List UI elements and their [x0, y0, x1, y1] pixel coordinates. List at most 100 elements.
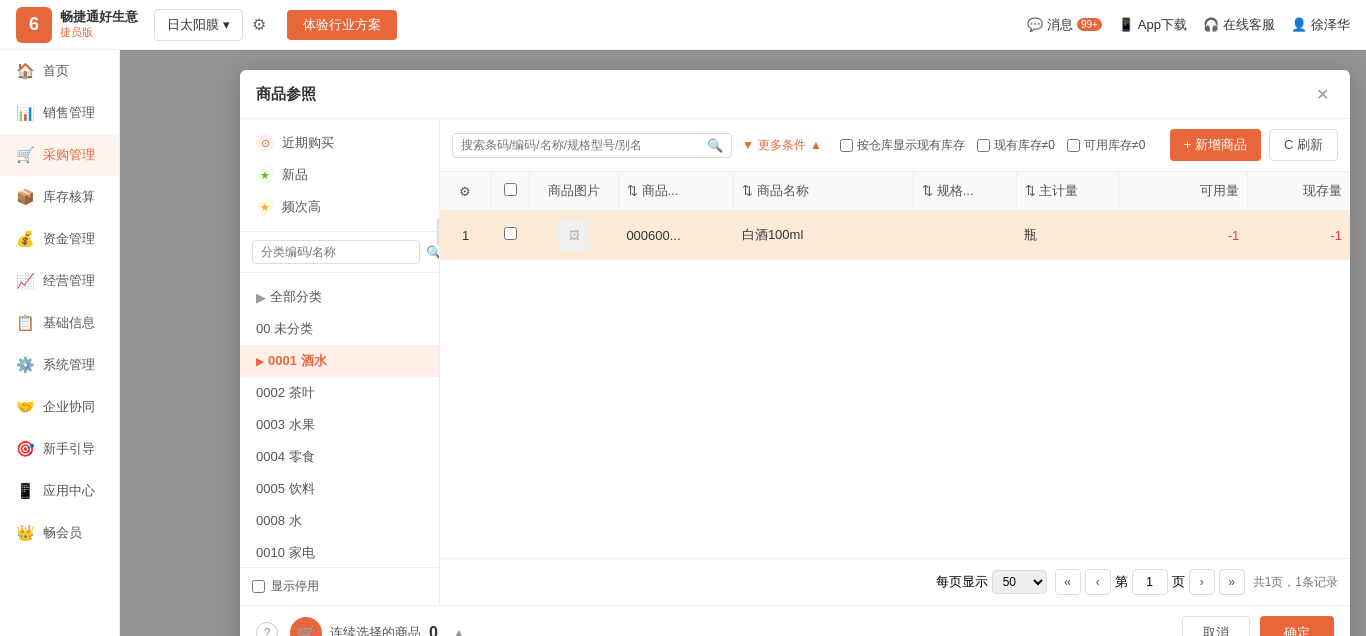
check-available-nonzero-label: 可用库存≠0 [1084, 137, 1145, 154]
col-header-check[interactable] [491, 172, 530, 211]
category-search-icon[interactable]: 🔍 [426, 245, 440, 260]
check-stock-nonzero-input[interactable] [977, 139, 990, 152]
enterprise-icon: 🤝 [16, 398, 35, 416]
settings-icon[interactable]: ⚙ [243, 9, 275, 41]
page-navigation: « ‹ 第 页 › » [1055, 569, 1245, 595]
sidebar-label-purchase: 采购管理 [43, 146, 95, 164]
sidebar-item-apps[interactable]: 📱 应用中心 [0, 470, 119, 512]
messages-btn[interactable]: 💬 消息 99+ [1027, 16, 1102, 34]
page-size-dropdown[interactable]: 10 20 50 100 [992, 570, 1047, 594]
sidebar-item-purchase[interactable]: 🛒 采购管理 [0, 134, 119, 176]
check-warehouse[interactable]: 按仓库显示现有库存 [840, 137, 965, 154]
row-name: 白酒100ml [734, 211, 914, 260]
category-item-7[interactable]: 0010 家电 [240, 537, 439, 567]
sidebar-label-home: 首页 [43, 62, 69, 80]
col-label-name: 商品名称 [757, 183, 809, 198]
category-item-6[interactable]: 0008 水 [240, 505, 439, 537]
cancel-button[interactable]: 取消 [1182, 616, 1250, 636]
guide-icon: 🎯 [16, 440, 35, 458]
col-header-name[interactable]: ⇅ 商品名称 [734, 172, 914, 211]
sidebar-item-sales[interactable]: 📊 销售管理 [0, 92, 119, 134]
quick-item-new[interactable]: ★ 新品 [240, 159, 439, 191]
recent-icon: ⊙ [256, 134, 274, 152]
row-checkbox-cell[interactable] [491, 211, 530, 260]
confirm-button[interactable]: 确定 [1260, 616, 1334, 636]
modal-title: 商品参照 [256, 85, 316, 104]
add-product-button[interactable]: + 新增商品 [1170, 129, 1261, 161]
row-stock: -1 [1247, 211, 1350, 260]
check-available-nonzero[interactable]: 可用库存≠0 [1067, 137, 1145, 154]
category-item-3[interactable]: 0003 水果 [240, 409, 439, 441]
table-row[interactable]: 1 🖼 000600... 白酒100ml 瓶 -1 -1 [440, 211, 1350, 260]
sidebar-item-system[interactable]: ⚙️ 系统管理 [0, 344, 119, 386]
col-header-stock: 现存量 [1247, 172, 1350, 211]
chevron-up-icon: ▲ [810, 138, 822, 152]
col-header-settings[interactable]: ⚙ [440, 172, 491, 211]
col-label-stock: 现存量 [1303, 183, 1342, 198]
quick-item-recent[interactable]: ⊙ 近期购买 [240, 127, 439, 159]
trial-button[interactable]: 体验行业方案 [287, 10, 397, 40]
user-area[interactable]: 👤 徐泽华 [1291, 16, 1350, 34]
product-search-icon[interactable]: 🔍 [707, 138, 723, 153]
col-header-spec[interactable]: ⇅ 规格... [914, 172, 1017, 211]
category-search-input[interactable] [252, 240, 420, 264]
page-number-input[interactable] [1132, 569, 1168, 595]
col-header-unit[interactable]: ⇅ 主计量 [1016, 172, 1119, 211]
refresh-button[interactable]: C 刷新 [1269, 129, 1338, 161]
sidebar-item-finance[interactable]: 💰 资金管理 [0, 218, 119, 260]
select-all-checkbox[interactable] [504, 183, 517, 196]
store-name: 日太阳膜 [167, 16, 219, 34]
sidebar-item-basics[interactable]: 📋 基础信息 [0, 302, 119, 344]
store-selector[interactable]: 日太阳膜 ▾ [154, 9, 243, 41]
category-item-1[interactable]: ▶ 0001 酒水 [240, 345, 439, 377]
app-download-btn[interactable]: 📱 App下载 [1118, 16, 1187, 34]
modal-close-button[interactable]: ✕ [1310, 82, 1334, 106]
sidebar-item-member[interactable]: 👑 畅会员 [0, 512, 119, 554]
sidebar: 🏠 首页 📊 销售管理 🛒 采购管理 📦 库存核算 💰 资金管理 📈 经营管理 … [0, 50, 120, 636]
row-checkbox[interactable] [504, 227, 517, 240]
cart-icon[interactable]: 🛒 [290, 617, 322, 636]
sidebar-item-operations[interactable]: 📈 经营管理 [0, 260, 119, 302]
quick-label-recent: 近期购买 [282, 134, 334, 152]
category-item-0[interactable]: 00 未分类 [240, 313, 439, 345]
sidebar-label-sales: 销售管理 [43, 104, 95, 122]
category-item-2[interactable]: 0002 茶叶 [240, 377, 439, 409]
check-warehouse-input[interactable] [840, 139, 853, 152]
main-layout: 🏠 首页 📊 销售管理 🛒 采购管理 📦 库存核算 💰 资金管理 📈 经营管理 … [0, 50, 1366, 636]
category-item-4[interactable]: 0004 零食 [240, 441, 439, 473]
apps-icon: 📱 [16, 482, 35, 500]
check-available-nonzero-input[interactable] [1067, 139, 1080, 152]
sidebar-label-inventory: 库存核算 [43, 188, 95, 206]
filter-checks: 按仓库显示现有库存 现有库存≠0 可用库存≠0 [840, 137, 1146, 154]
sort-icon-name: ⇅ [742, 183, 753, 198]
row-available: -1 [1119, 211, 1247, 260]
sidebar-item-home[interactable]: 🏠 首页 [0, 50, 119, 92]
col-header-available: 可用量 [1119, 172, 1247, 211]
product-table-body: 1 🖼 000600... 白酒100ml 瓶 -1 -1 [440, 211, 1350, 260]
category-search-row: 🔍 [240, 232, 439, 273]
filter-bar: 🔍 ▼ 更多条件 ▲ 按仓库显示现有库存 [440, 119, 1350, 172]
show-disabled-checkbox[interactable] [252, 580, 265, 593]
col-header-code[interactable]: ⇅ 商品... [618, 172, 734, 211]
page-size-label: 每页显示 [936, 573, 988, 591]
category-item-all[interactable]: ▶ 全部分类 [240, 281, 439, 313]
category-item-5[interactable]: 0005 饮料 [240, 473, 439, 505]
sidebar-item-guide[interactable]: 🎯 新手引导 [0, 428, 119, 470]
prev-page-button[interactable]: ‹ [1085, 569, 1111, 595]
sidebar-item-inventory[interactable]: 📦 库存核算 [0, 176, 119, 218]
quick-item-frequent[interactable]: ★ 频次高 [240, 191, 439, 223]
check-stock-nonzero[interactable]: 现有库存≠0 [977, 137, 1055, 154]
new-product-icon: ★ [256, 166, 274, 184]
app-download-label: App下载 [1138, 16, 1187, 34]
online-service-btn[interactable]: 🎧 在线客服 [1203, 16, 1275, 34]
fold-button[interactable]: ▲ [446, 620, 472, 636]
sort-icon-unit: ⇅ [1025, 183, 1036, 198]
last-page-button[interactable]: » [1219, 569, 1245, 595]
sidebar-item-enterprise[interactable]: 🤝 企业协同 [0, 386, 119, 428]
first-page-button[interactable]: « [1055, 569, 1081, 595]
more-conditions-button[interactable]: ▼ 更多条件 ▲ [742, 137, 822, 154]
product-search-input[interactable] [461, 138, 703, 152]
next-page-button[interactable]: › [1189, 569, 1215, 595]
help-button[interactable]: ? [256, 622, 278, 636]
sidebar-label-operations: 经营管理 [43, 272, 95, 290]
